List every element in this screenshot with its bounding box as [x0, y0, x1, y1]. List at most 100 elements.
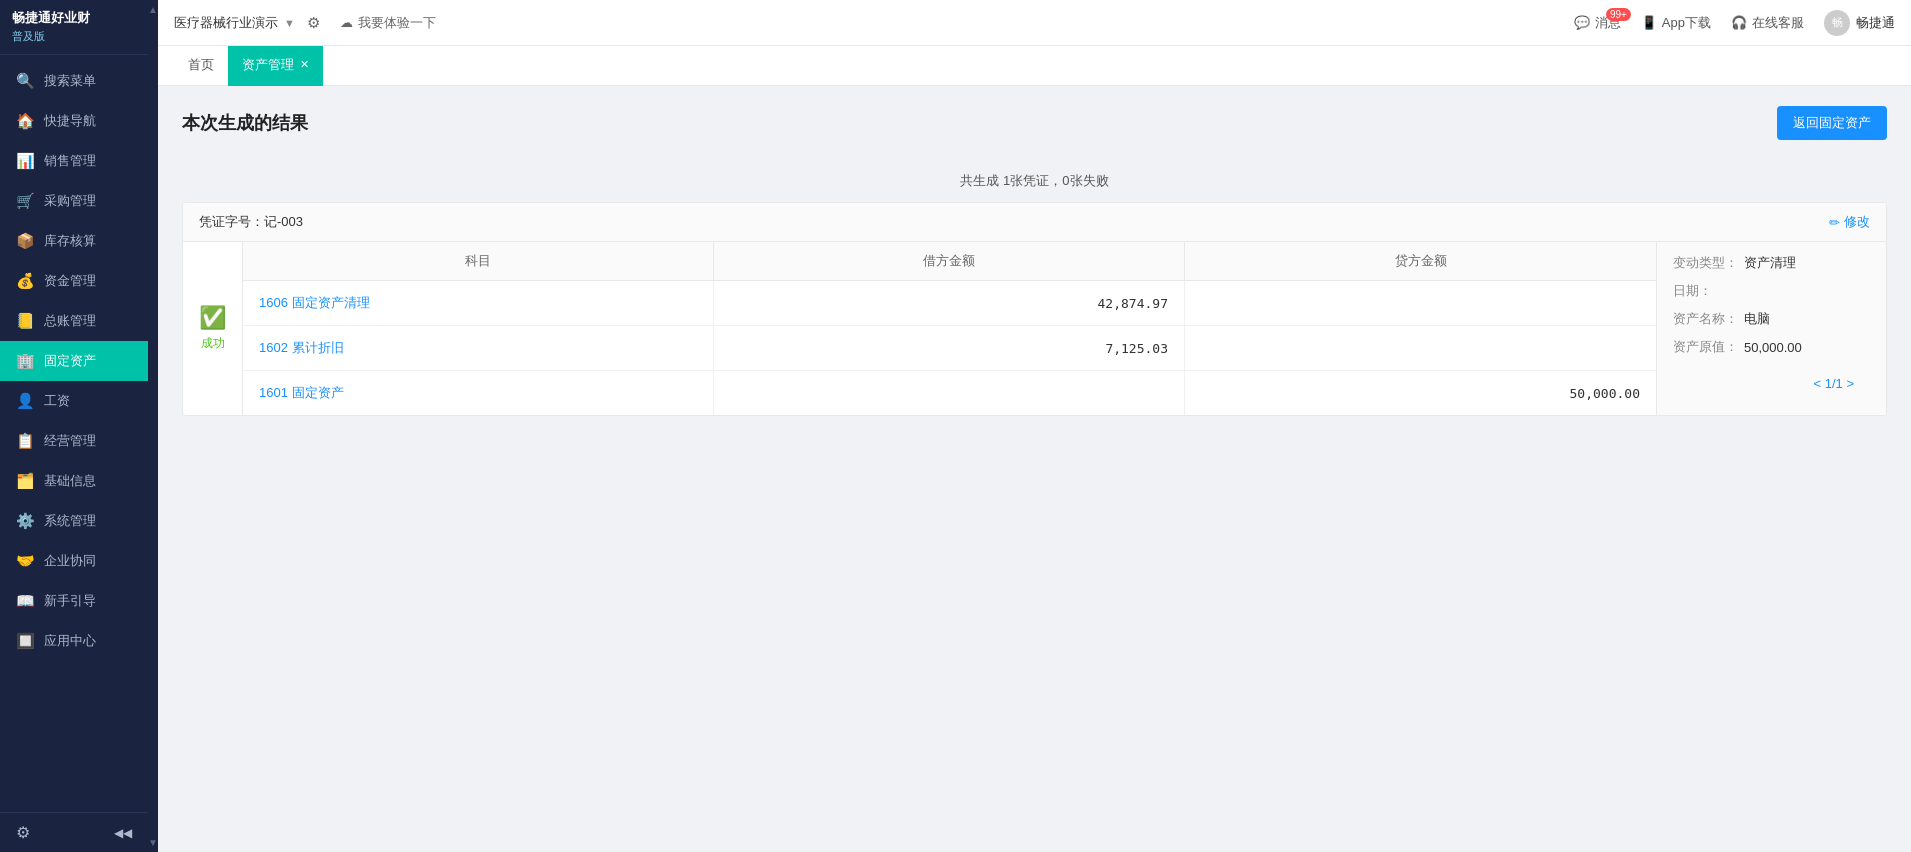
tab-home[interactable]: 首页 — [174, 46, 228, 86]
sales-icon: 📊 — [16, 152, 34, 170]
company-selector[interactable]: 医疗器械行业演示 ▼ — [174, 14, 295, 32]
debit-cell-2: 7,125.03 — [714, 326, 1185, 370]
operations-icon: 📋 — [16, 432, 34, 450]
sidebar-footer: ⚙ ◀◀ — [0, 812, 148, 852]
status-column: ✅ 成功 — [183, 242, 243, 415]
summary-text: 共生成 1张凭证，0张失败 — [960, 173, 1108, 188]
table-row: 1602 累计折旧 7,125.03 — [243, 326, 1656, 371]
sidebar-item-purchase[interactable]: 🛒 采购管理 — [0, 181, 148, 221]
user-area[interactable]: 畅 畅捷通 — [1824, 10, 1895, 36]
main: 医疗器械行业演示 ▼ ⚙ ☁ 我要体验一下 💬 消息 99+ 📱 App下载 🎧… — [158, 0, 1911, 852]
sidebar-item-ledger[interactable]: 📒 总账管理 — [0, 301, 148, 341]
footer-settings-icon[interactable]: ⚙ — [16, 823, 30, 842]
debit-cell-3 — [714, 371, 1185, 415]
sidebar-collapse-icon[interactable]: ◀◀ — [114, 826, 132, 840]
info-original-value: 资产原值： 50,000.00 — [1673, 338, 1870, 356]
voucher-header: 凭证字号：记-003 ✏ 修改 — [183, 203, 1886, 242]
company-name: 医疗器械行业演示 — [174, 14, 278, 32]
tab-asset-mgmt-label: 资产管理 — [242, 56, 294, 74]
tabbar: 首页 资产管理 ✕ — [158, 46, 1911, 86]
topbar: 医疗器械行业演示 ▼ ⚙ ☁ 我要体验一下 💬 消息 99+ 📱 App下载 🎧… — [158, 0, 1911, 46]
user-name: 畅捷通 — [1856, 14, 1895, 32]
messages-badge: 99+ — [1606, 8, 1631, 21]
logo-version: 普及版 — [12, 29, 90, 44]
support-label: 在线客服 — [1752, 14, 1804, 32]
sidebar-item-label: 销售管理 — [44, 152, 96, 170]
col-debit: 借方金额 — [714, 242, 1185, 280]
subject-cell-2[interactable]: 1602 累计折旧 — [243, 326, 714, 370]
sidebar-scroll: ▲ ▼ — [148, 0, 158, 852]
asset-name-label: 资产名称： — [1673, 310, 1738, 328]
edit-button[interactable]: ✏ 修改 — [1829, 213, 1870, 231]
sidebar-item-label: 搜索菜单 — [44, 72, 96, 90]
sidebar: 畅捷通好业财 普及版 🔍 搜索菜单 🏠 快捷导航 📊 销售管理 🛒 采购管理 📦… — [0, 0, 148, 852]
avatar: 畅 — [1824, 10, 1850, 36]
sidebar-item-search[interactable]: 🔍 搜索菜单 — [0, 61, 148, 101]
support-icon: 🎧 — [1731, 15, 1747, 30]
debit-cell-1: 42,874.97 — [714, 281, 1185, 325]
voucher-number: 凭证字号：记-003 — [199, 213, 303, 231]
sidebar-item-label: 应用中心 — [44, 632, 96, 650]
subject-cell-1[interactable]: 1606 固定资产清理 — [243, 281, 714, 325]
tab-home-label: 首页 — [188, 56, 214, 74]
inventory-icon: 📦 — [16, 232, 34, 250]
change-type-label: 变动类型： — [1673, 254, 1738, 272]
sidebar-item-label: 资金管理 — [44, 272, 96, 290]
sidebar-item-label: 系统管理 — [44, 512, 96, 530]
table-header: 科目 借方金额 贷方金额 — [243, 242, 1656, 281]
sidebar-item-system[interactable]: ⚙️ 系统管理 — [0, 501, 148, 541]
info-change-type: 变动类型： 资产清理 — [1673, 254, 1870, 272]
support-action[interactable]: 🎧 在线客服 — [1731, 14, 1804, 32]
sidebar-item-basic[interactable]: 🗂️ 基础信息 — [0, 461, 148, 501]
sidebar-item-payroll[interactable]: 👤 工资 — [0, 381, 148, 421]
voucher-card: 凭证字号：记-003 ✏ 修改 ✅ 成功 科目 借方金额 — [182, 202, 1887, 416]
sidebar-item-label: 采购管理 — [44, 192, 96, 210]
system-icon: ⚙️ — [16, 512, 34, 530]
original-value-label: 资产原值： — [1673, 338, 1738, 356]
sidebar-item-label: 固定资产 — [44, 352, 96, 370]
topbar-settings-icon[interactable]: ⚙ — [307, 14, 320, 32]
scroll-up-btn[interactable]: ▲ — [148, 4, 158, 15]
sidebar-item-apps[interactable]: 🔲 应用中心 — [0, 621, 148, 661]
experience-text: 我要体验一下 — [358, 14, 436, 32]
voucher-body: ✅ 成功 科目 借方金额 贷方金额 1606 固定资产清理 42,874.97 — [183, 242, 1886, 415]
app-download-icon: 📱 — [1641, 15, 1657, 30]
search-icon: 🔍 — [16, 72, 34, 90]
messages-icon: 💬 — [1574, 15, 1590, 30]
topbar-right: 💬 消息 99+ 📱 App下载 🎧 在线客服 畅 畅捷通 — [1574, 10, 1895, 36]
edit-icon: ✏ — [1829, 215, 1840, 230]
pagination-text[interactable]: < 1/1 > — [1814, 376, 1854, 391]
sidebar-item-quicknav[interactable]: 🏠 快捷导航 — [0, 101, 148, 141]
basic-icon: 🗂️ — [16, 472, 34, 490]
payroll-icon: 👤 — [16, 392, 34, 410]
pagination: < 1/1 > — [1673, 366, 1870, 397]
ledger-icon: 📒 — [16, 312, 34, 330]
table-row: 1606 固定资产清理 42,874.97 — [243, 281, 1656, 326]
sidebar-item-funds[interactable]: 💰 资金管理 — [0, 261, 148, 301]
tab-asset-mgmt[interactable]: 资产管理 ✕ — [228, 46, 323, 86]
edit-label: 修改 — [1844, 213, 1870, 231]
funds-icon: 💰 — [16, 272, 34, 290]
col-subject: 科目 — [243, 242, 714, 280]
success-icon: ✅ — [199, 305, 226, 331]
info-panel: 变动类型： 资产清理 日期： 资产名称： 电脑 资产原值： 50,000.00 — [1656, 242, 1886, 415]
sidebar-item-fixed-assets[interactable]: 🏢 固定资产 — [0, 341, 148, 381]
sidebar-item-guide[interactable]: 📖 新手引导 — [0, 581, 148, 621]
messages-action[interactable]: 💬 消息 99+ — [1574, 14, 1621, 32]
content: 本次生成的结果 返回固定资产 共生成 1张凭证，0张失败 凭证字号：记-003 … — [158, 86, 1911, 852]
scroll-down-btn[interactable]: ▼ — [148, 837, 158, 848]
sidebar-item-enterprise[interactable]: 🤝 企业协同 — [0, 541, 148, 581]
credit-cell-2 — [1185, 326, 1656, 370]
sidebar-item-sales[interactable]: 📊 销售管理 — [0, 141, 148, 181]
sidebar-item-label: 基础信息 — [44, 472, 96, 490]
voucher-table: 科目 借方金额 贷方金额 1606 固定资产清理 42,874.97 1602 … — [243, 242, 1656, 415]
sidebar-item-operations[interactable]: 📋 经营管理 — [0, 421, 148, 461]
tab-close-icon[interactable]: ✕ — [300, 58, 309, 71]
return-fixed-assets-button[interactable]: 返回固定资产 — [1777, 106, 1887, 140]
sidebar-item-label: 快捷导航 — [44, 112, 96, 130]
experience-button[interactable]: ☁ 我要体验一下 — [340, 14, 436, 32]
page-title: 本次生成的结果 — [182, 111, 308, 135]
sidebar-item-inventory[interactable]: 📦 库存核算 — [0, 221, 148, 261]
app-download-action[interactable]: 📱 App下载 — [1641, 14, 1711, 32]
subject-cell-3[interactable]: 1601 固定资产 — [243, 371, 714, 415]
